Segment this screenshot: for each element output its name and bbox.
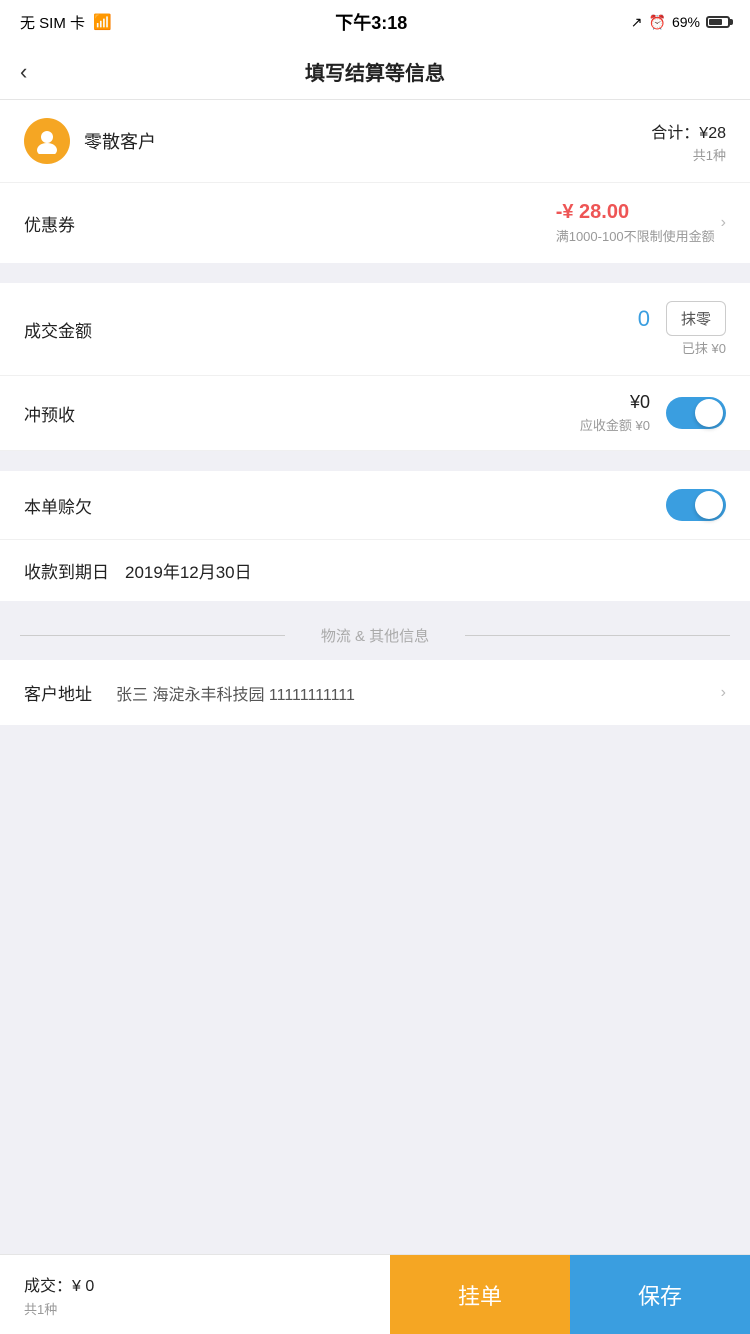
customer-name: 零散客户 [84,128,156,154]
deal-amount-label: 成交金额 [24,317,92,342]
address-value: 张三 海淀永丰科技园 11111111111 [116,681,709,705]
avatar [24,118,70,164]
save-button[interactable]: 保存 [570,1255,750,1334]
total-count: 共1种 [651,145,726,164]
location-icon: ↗ [631,14,643,31]
round-zero-button[interactable]: 抹零 [666,301,726,336]
coupon-amount: -¥ 28.00 [556,201,715,224]
address-section: 客户地址 张三 海淀永丰科技园 11111111111 › [0,660,750,725]
deal-amount-row: 成交金额 抹零 已抹 ¥0 [0,283,750,376]
debt-row: 本单赊欠 [0,471,750,539]
divider-2 [0,461,750,471]
status-left: 无 SIM 卡 📶 [20,12,112,33]
charge-advance-label: 冲预收 [24,401,75,426]
customer-row: 零散客户 合计：¥28 共1种 [0,100,750,182]
status-right: ↗ ⏰ 69% [631,14,730,31]
debt-section: 本单赊欠 收款到期日 2019年12月30日 [0,471,750,601]
charge-advance-row: 冲预收 ¥0 应收金额 ¥0 [0,376,750,451]
deal-amount-input[interactable] [570,306,650,332]
customer-section: 零散客户 合计：¥28 共1种 优惠券 -¥ 28.00 满1000-100不限… [0,100,750,263]
deal-amount-right: 抹零 [570,301,726,336]
charge-advance-toggle[interactable] [666,397,726,429]
bottom-summary: 成交：¥ 0 共1种 [0,1255,390,1334]
back-button[interactable]: ‹ [20,59,27,85]
coupon-desc: 满1000-100不限制使用金额 [556,226,715,245]
status-time: 下午3:18 [335,9,407,35]
already-zeroed-text: 已抹 ¥0 [682,338,726,357]
carrier-text: 无 SIM 卡 [20,12,85,33]
charge-main-amount: ¥0 [580,392,650,413]
coupon-right: -¥ 28.00 满1000-100不限制使用金额 › [556,201,726,245]
header-line-left [20,635,285,636]
deal-section: 成交金额 抹零 已抹 ¥0 冲预收 ¥0 应收金额 ¥0 [0,283,750,451]
bottom-bar: 成交：¥ 0 共1种 挂单 保存 [0,1254,750,1334]
charge-sub-amount: 应收金额 ¥0 [580,415,650,434]
address-label: 客户地址 [24,680,104,705]
battery-text: 69% [672,14,700,30]
page-title: 填写结算等信息 [305,57,445,86]
bottom-deal-text: 成交：¥ 0 [24,1272,366,1296]
alarm-icon: ⏰ [649,14,666,31]
nav-bar: ‹ 填写结算等信息 [0,44,750,100]
address-chevron-icon: › [721,684,726,702]
debt-toggle[interactable] [666,489,726,521]
due-date-label: 收款到期日 [24,558,109,583]
due-date-value: 2019年12月30日 [125,558,252,583]
customer-total: 合计：¥28 共1种 [651,119,726,164]
status-bar: 无 SIM 卡 📶 下午3:18 ↗ ⏰ 69% [0,0,750,44]
coupon-label: 优惠券 [24,211,75,236]
bottom-count-text: 共1种 [24,1299,366,1318]
header-line-right [465,635,730,636]
wifi-icon: 📶 [93,13,112,31]
due-date-row: 收款到期日 2019年12月30日 [0,540,750,601]
divider-1 [0,273,750,283]
coupon-row[interactable]: 优惠券 -¥ 28.00 满1000-100不限制使用金额 › [0,182,750,263]
logistics-header-text: 物流 & 其他信息 [321,625,429,646]
battery-icon [706,16,730,28]
address-row[interactable]: 客户地址 张三 海淀永丰科技园 11111111111 › [0,660,750,725]
logistics-section-header: 物流 & 其他信息 [0,611,750,660]
customer-info: 零散客户 [24,118,156,164]
total-amount: 合计：¥28 [651,119,726,143]
charge-advance-right: ¥0 应收金额 ¥0 [580,392,726,434]
pending-button[interactable]: 挂单 [390,1255,570,1334]
debt-label: 本单赊欠 [24,493,92,518]
charge-amounts: ¥0 应收金额 ¥0 [580,392,650,434]
chevron-right-icon: › [721,214,726,232]
